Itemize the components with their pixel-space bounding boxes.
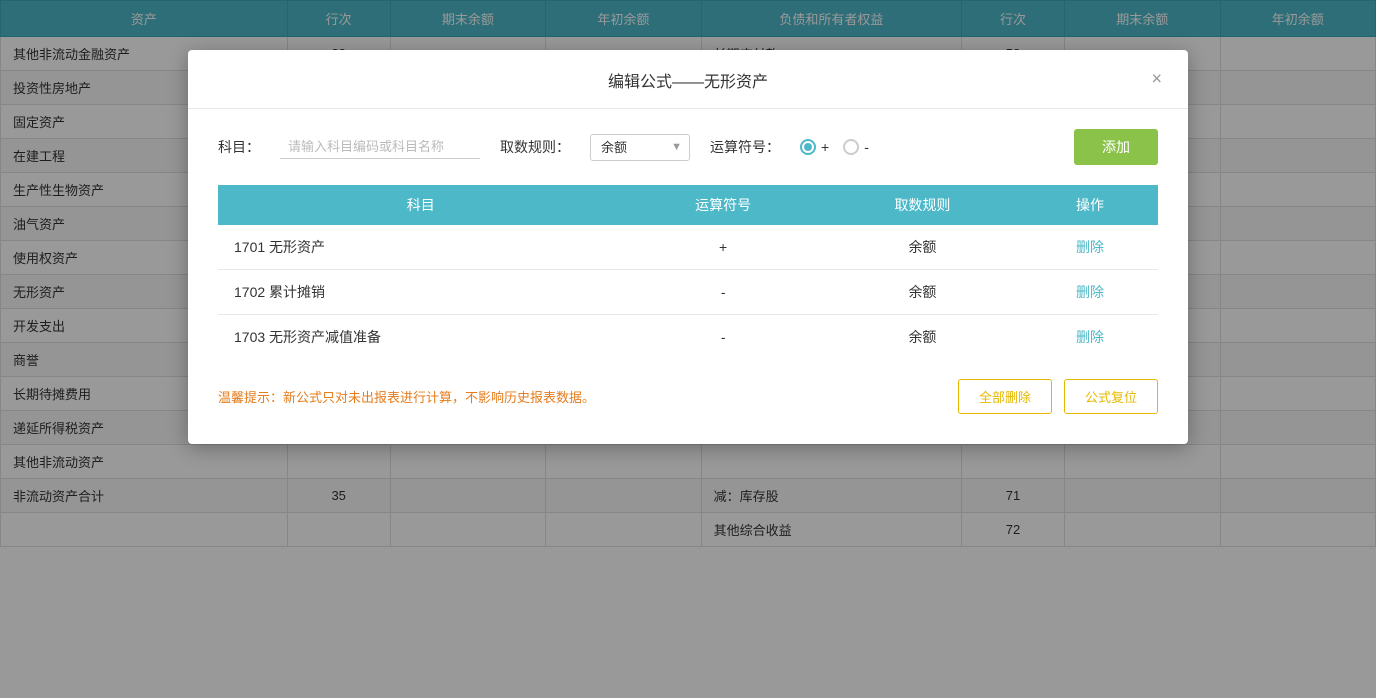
formula-subject: 1702 累计摊销 <box>218 270 624 315</box>
radio-minus-circle <box>843 139 859 155</box>
rule-select[interactable]: 余额 借方 贷方 借方发生额 贷方发生额 <box>590 134 690 161</box>
reset-formula-button[interactable]: 公式复位 <box>1064 379 1158 414</box>
delete-link[interactable]: 删除 <box>1076 239 1104 255</box>
col-operator-header: 运算符号 <box>624 185 823 225</box>
operator-label: 运算符号： <box>710 137 780 157</box>
delete-all-button[interactable]: 全部删除 <box>958 379 1052 414</box>
operator-plus-radio[interactable]: + <box>800 139 829 155</box>
operator-radio-group: + - <box>800 139 869 155</box>
formula-action: 删除 <box>1022 270 1158 315</box>
table-row: 1703 无形资产减值准备 - 余额 删除 <box>218 315 1158 360</box>
formula-subject: 1703 无形资产减值准备 <box>218 315 624 360</box>
formula-operator: - <box>624 315 823 360</box>
subject-input[interactable] <box>280 135 480 159</box>
delete-link[interactable]: 删除 <box>1076 329 1104 345</box>
form-row: 科目： 取数规则： 余额 借方 贷方 借方发生额 贷方发生额 ▼ 运算符号： +… <box>188 109 1188 185</box>
formula-operator: + <box>624 225 823 270</box>
dialog-footer: 温馨提示：新公式只对未出报表进行计算，不影响历史报表数据。 全部删除 公式复位 <box>188 359 1188 414</box>
delete-link[interactable]: 删除 <box>1076 284 1104 300</box>
dialog-title: 编辑公式——无形资产 <box>608 68 768 92</box>
operator-minus-radio[interactable]: - <box>843 139 869 155</box>
formula-operator: - <box>624 270 823 315</box>
table-row: 1702 累计摊销 - 余额 删除 <box>218 270 1158 315</box>
radio-minus-label: - <box>864 139 869 155</box>
formula-subject: 1701 无形资产 <box>218 225 624 270</box>
formula-table-wrapper: 科目 运算符号 取数规则 操作 1701 无形资产 + 余额 删除 1702 累… <box>218 185 1158 359</box>
dialog-header: 编辑公式——无形资产 × <box>188 50 1188 109</box>
rule-select-wrapper: 余额 借方 贷方 借方发生额 贷方发生额 ▼ <box>590 134 690 161</box>
formula-rule: 余额 <box>823 315 1022 360</box>
rule-label: 取数规则： <box>500 137 570 157</box>
col-rule-header: 取数规则 <box>823 185 1022 225</box>
col-subject-header: 科目 <box>218 185 624 225</box>
formula-rule: 余额 <box>823 270 1022 315</box>
footer-hint: 温馨提示：新公式只对未出报表进行计算，不影响历史报表数据。 <box>218 387 595 406</box>
edit-formula-dialog: 编辑公式——无形资产 × 科目： 取数规则： 余额 借方 贷方 借方发生额 贷方… <box>188 50 1188 444</box>
close-button[interactable]: × <box>1145 65 1168 94</box>
table-row: 1701 无形资产 + 余额 删除 <box>218 225 1158 270</box>
add-button[interactable]: 添加 <box>1074 129 1158 165</box>
formula-action: 删除 <box>1022 225 1158 270</box>
footer-buttons: 全部删除 公式复位 <box>958 379 1158 414</box>
col-action-header: 操作 <box>1022 185 1158 225</box>
radio-plus-label: + <box>821 139 829 155</box>
subject-label: 科目： <box>218 137 260 157</box>
formula-action: 删除 <box>1022 315 1158 360</box>
formula-table: 科目 运算符号 取数规则 操作 1701 无形资产 + 余额 删除 1702 累… <box>218 185 1158 359</box>
radio-plus-circle <box>800 139 816 155</box>
formula-rule: 余额 <box>823 225 1022 270</box>
